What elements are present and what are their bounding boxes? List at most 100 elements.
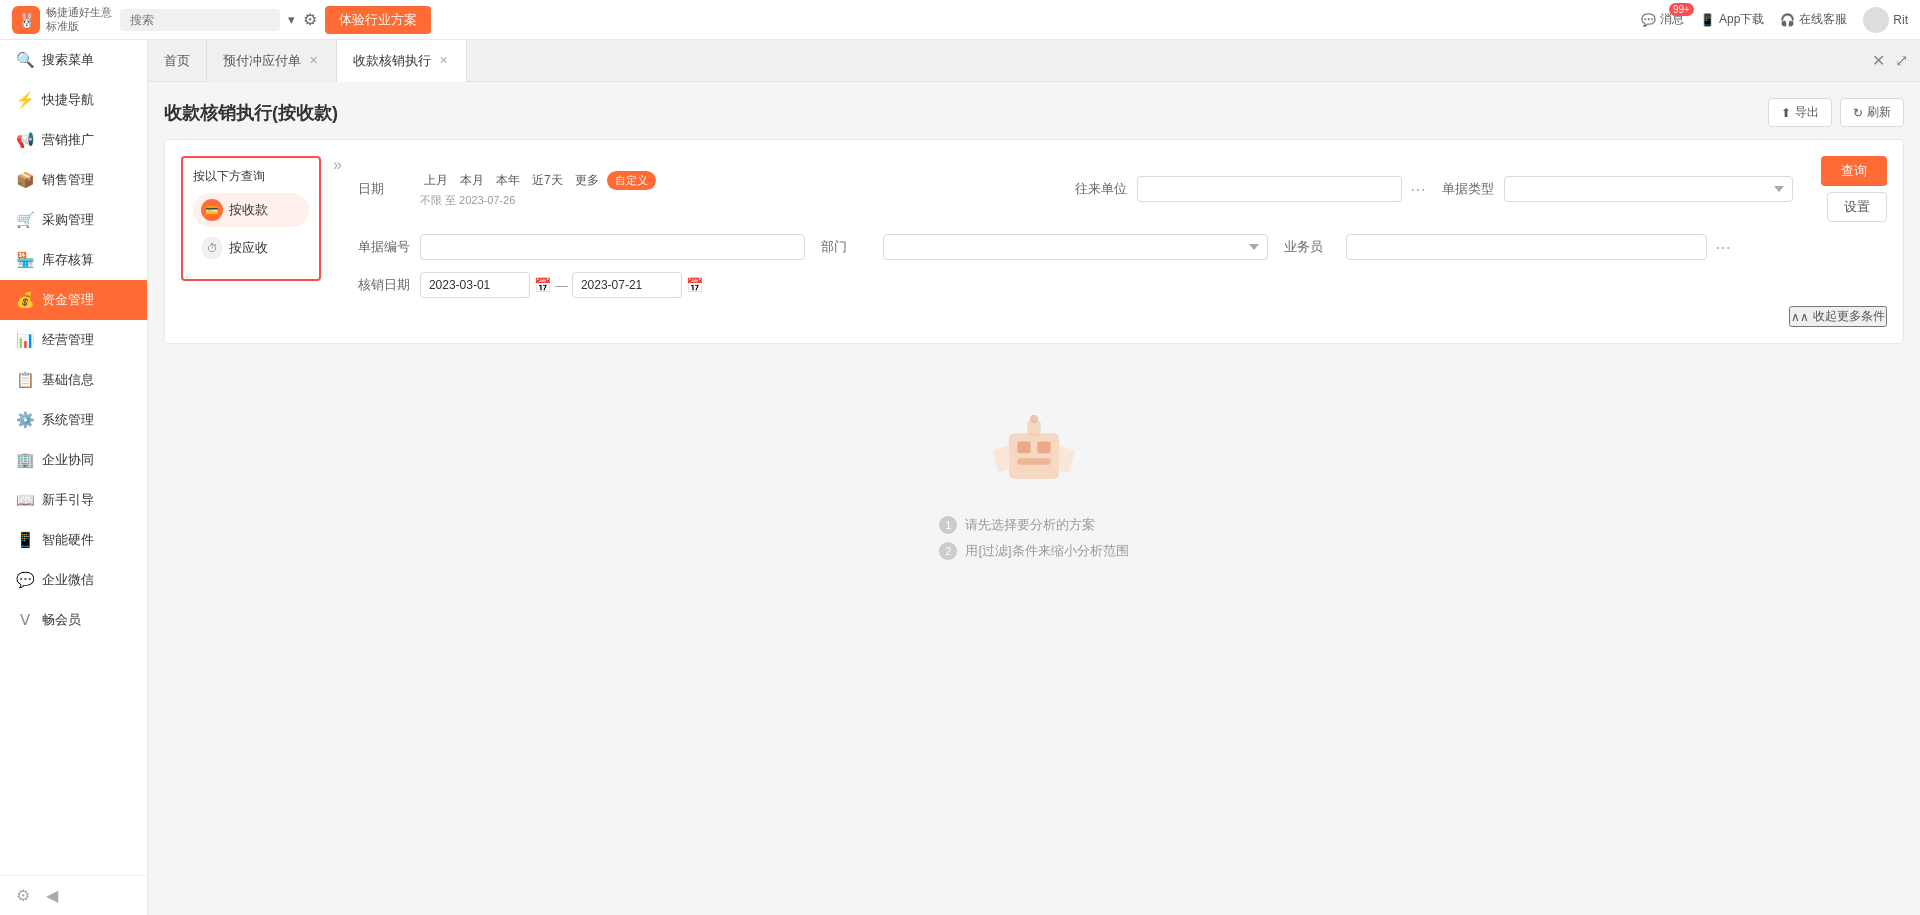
page-actions: ⬆ 导出 ↻ 刷新 [1768, 98, 1904, 127]
query-button[interactable]: 查询 [1821, 156, 1887, 186]
collapse-more-section: ∧∧ 收起更多条件 [358, 306, 1887, 327]
shortcut-this-month[interactable]: 本月 [456, 170, 488, 191]
filter-row-1: 日期 上月 本月 本年 近7天 更多 自定义 [358, 156, 1887, 222]
filter-option-by-receivable[interactable]: ⏱ 按应收 [193, 231, 309, 265]
sidebar-item-operations[interactable]: 📊 经营管理 [0, 320, 147, 360]
shortcut-more[interactable]: 更多 [571, 170, 603, 191]
sidebar-item-vip[interactable]: Ⅴ 畅会员 [0, 600, 147, 640]
writeoff-end-date-input[interactable] [572, 272, 682, 298]
settings-icon[interactable]: ⚙ [16, 886, 30, 905]
collapse-more-button[interactable]: ∧∧ 收起更多条件 [1789, 306, 1887, 327]
start-calendar-icon[interactable]: 📅 [534, 277, 551, 293]
close-prepay-tab-icon[interactable]: ✕ [307, 52, 320, 69]
headset-icon: 🎧 [1780, 13, 1795, 27]
sidebar-item-search-menu[interactable]: 🔍 搜索菜单 [0, 40, 147, 80]
refresh-icon: ↻ [1853, 106, 1863, 120]
export-button[interactable]: ⬆ 导出 [1768, 98, 1832, 127]
topbar-right: 💬 消息 99+ 📱 App下载 🎧 在线客服 Rit [1641, 7, 1908, 33]
online-service-button[interactable]: 🎧 在线客服 [1780, 11, 1847, 28]
counterparty-input[interactable] [1137, 176, 1402, 202]
sidebar-item-purchase[interactable]: 🛒 采购管理 [0, 200, 147, 240]
sidebar-item-sales[interactable]: 📦 销售管理 [0, 160, 147, 200]
filter-option-by-receipt[interactable]: 💳 按收款 [193, 193, 309, 227]
search-icon: 🔍 [16, 51, 34, 69]
salesperson-more-icon[interactable]: ⋯ [1715, 238, 1731, 257]
filter-counterparty-item: 往来单位 ⋯ [1075, 176, 1426, 202]
setting-button[interactable]: 设置 [1827, 192, 1887, 222]
shortcut-custom[interactable]: 自定义 [607, 171, 656, 190]
writeoff-date-range: 📅 — 📅 [420, 272, 703, 298]
receivable-icon: ⏱ [201, 237, 223, 259]
sidebar-item-marketing[interactable]: 📢 营销推广 [0, 120, 147, 160]
filter-salesperson-item: 业务员 ⋯ [1284, 234, 1731, 260]
smart-hw-icon: 📱 [16, 531, 34, 549]
tab-receipt[interactable]: 收款核销执行 ✕ [337, 40, 467, 82]
filter-writeoff-date-item: 核销日期 📅 — 📅 [358, 272, 1115, 298]
solution-button[interactable]: 体验行业方案 [325, 6, 431, 34]
sidebar-item-inventory[interactable]: 🏪 库存核算 [0, 240, 147, 280]
filter-docnum-item: 单据编号 [358, 234, 805, 260]
quick-nav-icon: ⚡ [16, 91, 34, 109]
collapse-filter-icon[interactable]: » [329, 156, 346, 174]
brand: 🐰 畅捷通好生意 标准版 [12, 6, 112, 34]
user-menu[interactable]: Rit [1863, 7, 1908, 33]
filter-doctype-item: 单据类型 [1442, 176, 1793, 202]
shortcut-last-month[interactable]: 上月 [420, 170, 452, 191]
close-all-tabs-icon[interactable]: ✕ [1868, 47, 1889, 74]
salesperson-input[interactable] [1346, 234, 1707, 260]
sidebar: 🔍 搜索菜单 ⚡ 快捷导航 📢 营销推广 📦 销售管理 🛒 采购管理 🏪 库存核… [0, 40, 148, 915]
sidebar-item-enterprise[interactable]: 🏢 企业协同 [0, 440, 147, 480]
operations-icon: 📊 [16, 331, 34, 349]
message-button[interactable]: 💬 消息 99+ [1641, 11, 1684, 28]
sidebar-item-system[interactable]: ⚙️ 系统管理 [0, 400, 147, 440]
tab-bar: 首页 预付冲应付单 ✕ 收款核销执行 ✕ ✕ ⤢ [148, 40, 1920, 82]
receipt-icon: 💳 [201, 199, 223, 221]
shortcut-7days[interactable]: 近7天 [528, 170, 567, 191]
close-receipt-tab-icon[interactable]: ✕ [437, 52, 450, 69]
sidebar-item-finance[interactable]: 💰 资金管理 [0, 280, 147, 320]
sidebar-item-wechat[interactable]: 💬 企业微信 [0, 560, 147, 600]
filter-rows: 日期 上月 本月 本年 近7天 更多 自定义 [358, 156, 1887, 298]
maximize-icon[interactable]: ⤢ [1891, 47, 1912, 74]
docnum-input[interactable] [420, 234, 805, 260]
search-input[interactable] [120, 9, 280, 31]
doctype-select[interactable] [1504, 176, 1793, 202]
tip-num-1: 1 [939, 516, 957, 534]
collapse-sidebar-icon[interactable]: ◀ [46, 886, 58, 905]
brand-icon: 🐰 [12, 6, 40, 34]
topbar-left: 🐰 畅捷通好生意 标准版 ▾ ⚙ 体验行业方案 [12, 6, 1633, 34]
finance-icon: 💰 [16, 291, 34, 309]
gear-icon[interactable]: ⚙ [303, 10, 317, 29]
empty-tip-1: 1 请先选择要分析的方案 [939, 516, 1128, 534]
page-header: 收款核销执行(按收款) ⬆ 导出 ↻ 刷新 [164, 98, 1904, 127]
filter-row-3: 核销日期 📅 — 📅 [358, 272, 1887, 298]
date-shortcuts: 上月 本月 本年 近7天 更多 自定义 [420, 170, 1060, 191]
brand-name: 畅捷通好生意 标准版 [46, 6, 112, 32]
refresh-button[interactable]: ↻ 刷新 [1840, 98, 1904, 127]
enterprise-icon: 🏢 [16, 451, 34, 469]
tip-num-2: 2 [939, 542, 957, 560]
tab-home[interactable]: 首页 [148, 40, 207, 82]
message-badge: 99+ [1669, 3, 1694, 16]
main-layout: 🔍 搜索菜单 ⚡ 快捷导航 📢 营销推广 📦 销售管理 🛒 采购管理 🏪 库存核… [0, 40, 1920, 915]
page-content: 收款核销执行(按收款) ⬆ 导出 ↻ 刷新 按以下方 [148, 82, 1920, 915]
svg-point-5 [1030, 415, 1038, 423]
sidebar-item-basic-info[interactable]: 📋 基础信息 [0, 360, 147, 400]
end-calendar-icon[interactable]: 📅 [686, 277, 703, 293]
collapse-up-icon: ∧∧ [1791, 310, 1809, 324]
sidebar-item-quick-nav[interactable]: ⚡ 快捷导航 [0, 80, 147, 120]
app-download-button[interactable]: 📱 App下载 [1700, 11, 1764, 28]
writeoff-start-date-input[interactable] [420, 272, 530, 298]
message-icon: 💬 [1641, 13, 1656, 27]
shortcut-this-year[interactable]: 本年 [492, 170, 524, 191]
dropdown-icon[interactable]: ▾ [288, 12, 295, 27]
sidebar-item-guide[interactable]: 📖 新手引导 [0, 480, 147, 520]
sidebar-item-smart-hw[interactable]: 📱 智能硬件 [0, 520, 147, 560]
counterparty-more-icon[interactable]: ⋯ [1410, 180, 1426, 199]
tab-prepay[interactable]: 预付冲应付单 ✕ [207, 40, 337, 82]
department-select[interactable] [883, 234, 1268, 260]
writeoff-date-label: 核销日期 [358, 276, 412, 294]
topbar: 🐰 畅捷通好生意 标准版 ▾ ⚙ 体验行业方案 💬 消息 99+ 📱 App下载… [0, 0, 1920, 40]
app-icon: 📱 [1700, 13, 1715, 27]
avatar [1863, 7, 1889, 33]
